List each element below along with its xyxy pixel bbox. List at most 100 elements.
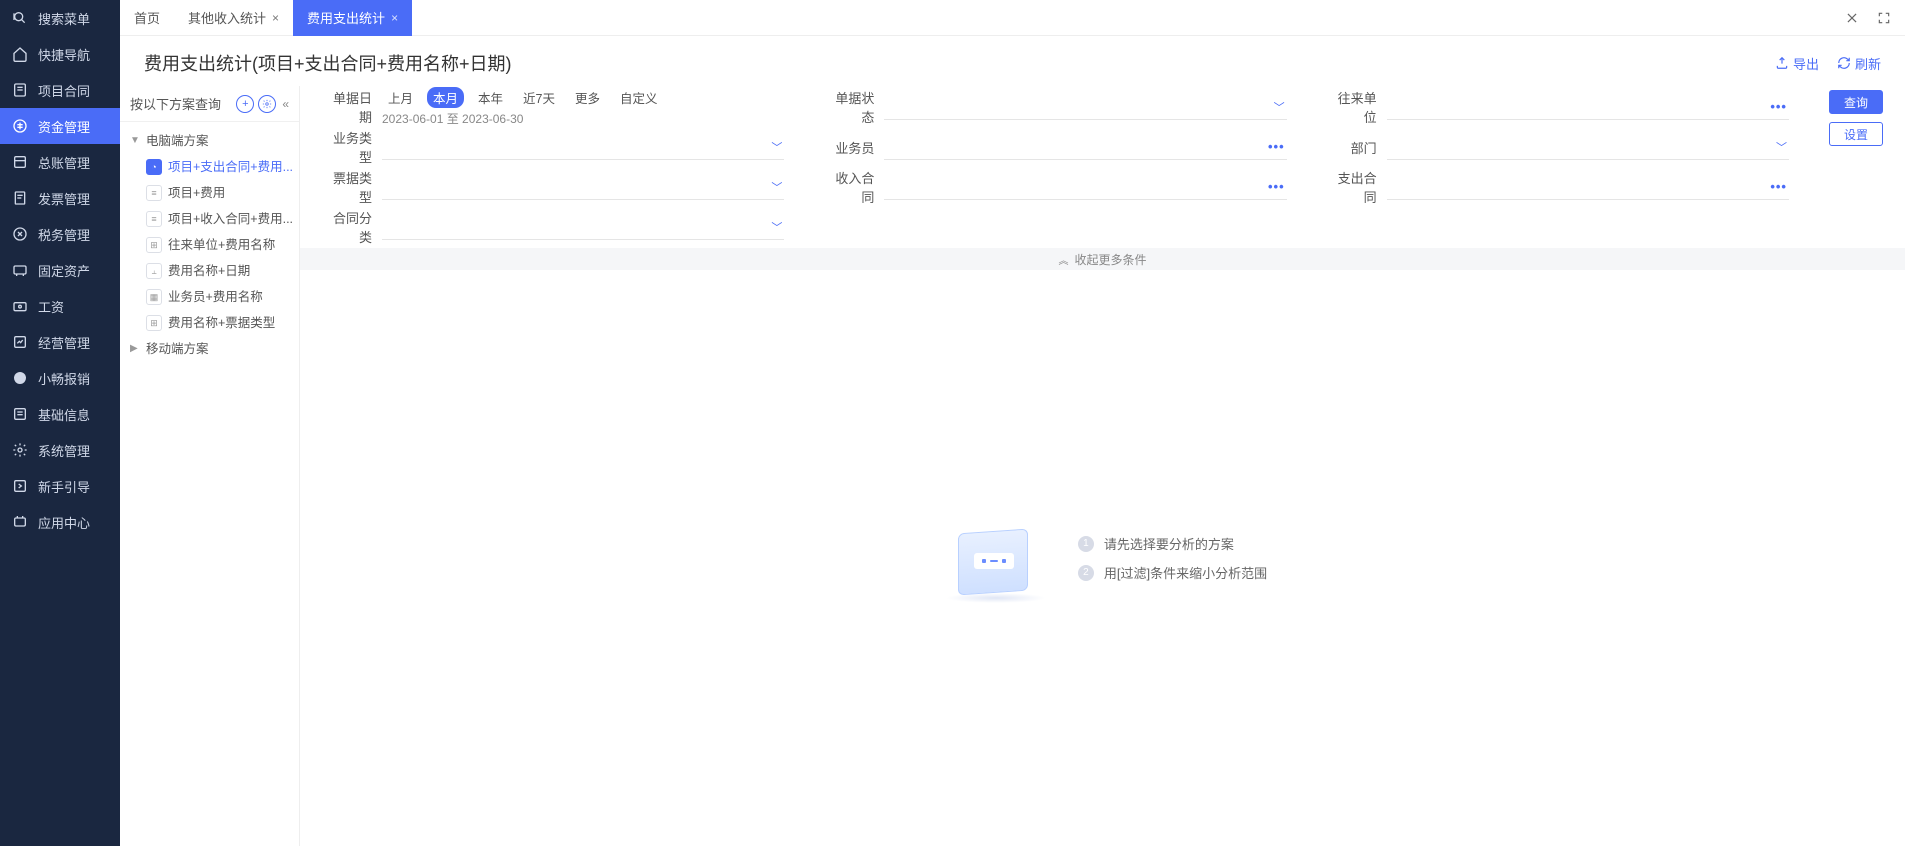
date-opt-custom[interactable]: 自定义 (614, 87, 664, 108)
date-opt-lastmonth[interactable]: 上月 (382, 87, 419, 108)
chevron-down-icon: ﹀ (1776, 139, 1787, 155)
scheme-item[interactable]: ⊞ 费用名称+票据类型 (124, 310, 295, 336)
sidebar-item-tax[interactable]: 税务管理 (0, 216, 120, 252)
contract-icon (12, 82, 28, 98)
clock-icon: ◔ (146, 159, 162, 175)
sidebar-item-apps[interactable]: 应用中心 (0, 504, 120, 540)
scheme-settings-button[interactable] (258, 95, 276, 113)
sidebar-item-contract[interactable]: 项目合同 (0, 72, 120, 108)
sidebar-item-asset[interactable]: 固定资产 (0, 252, 120, 288)
partner-picker[interactable]: ••• (1387, 94, 1789, 120)
more-icon: ••• (1268, 179, 1285, 194)
filter-ticket-type: 票据类型 ﹀ (322, 170, 784, 204)
scheme-add-button[interactable]: + (236, 95, 254, 113)
date-opt-7days[interactable]: 近7天 (517, 87, 561, 108)
tab-expense-stat[interactable]: 费用支出统计 × (293, 0, 412, 36)
scheme-group-pc[interactable]: ▼ 电脑端方案 (124, 128, 295, 154)
scheme-collapse-button[interactable]: « (282, 97, 289, 111)
sidebar: 搜索菜单 快捷导航 项目合同 资金管理 总账管理 发票管理 税务管理 固定资产 (0, 0, 120, 846)
empty-state: 1 请先选择要分析的方案 2 用[过滤]条件来缩小分析范围 (300, 270, 1905, 846)
scheme-item-label: 项目+支出合同+费用... (168, 154, 293, 180)
scheme-item[interactable]: ≡ 项目+收入合同+费用... (124, 206, 295, 232)
income-contract-picker[interactable]: ••• (884, 174, 1286, 200)
status-select[interactable]: ﹀ (884, 94, 1286, 120)
invoice-icon (12, 190, 28, 206)
biztype-select[interactable]: ﹀ (382, 134, 784, 160)
filter-label: 业务类型 (322, 128, 382, 166)
close-icon[interactable]: × (272, 11, 279, 25)
empty-step-1: 请先选择要分析的方案 (1104, 534, 1234, 553)
refresh-icon (1837, 56, 1851, 70)
sidebar-label: 固定资产 (38, 261, 90, 280)
sidebar-item-baseinfo[interactable]: 基础信息 (0, 396, 120, 432)
sidebar-item-operation[interactable]: 经营管理 (0, 324, 120, 360)
scheme-item[interactable]: ⫠ 费用名称+日期 (124, 258, 295, 284)
collapse-conditions-button[interactable]: ︽ 收起更多条件 (300, 248, 1905, 270)
filter-date: 单据日期 上月 本月 本年 近7天 更多 自定义 2023-06-01 至 20… (322, 90, 784, 124)
tab-close-all-button[interactable] (1841, 7, 1863, 29)
filter-label: 票据类型 (322, 168, 382, 206)
sidebar-label: 经营管理 (38, 333, 90, 352)
scheme-item[interactable]: ≡ 项目+费用 (124, 180, 295, 206)
sidebar-item-system[interactable]: 系统管理 (0, 432, 120, 468)
date-opt-more[interactable]: 更多 (569, 87, 606, 108)
filter-income-contract: 收入合同 ••• (824, 170, 1286, 204)
export-label: 导出 (1793, 54, 1819, 73)
scheme-item[interactable]: ◔ 项目+支出合同+费用... (124, 154, 295, 180)
ticket-type-select[interactable]: ﹀ (382, 174, 784, 200)
guide-icon (12, 478, 28, 494)
dept-select[interactable]: ﹀ (1387, 134, 1789, 160)
contract-category-select[interactable]: ﹀ (382, 214, 784, 240)
settings-button[interactable]: 设置 (1829, 122, 1883, 146)
home-icon (12, 46, 28, 62)
tab-home[interactable]: 首页 (120, 0, 174, 36)
filter-label: 部门 (1327, 138, 1387, 157)
scheme-item-label: 费用名称+票据类型 (168, 310, 275, 336)
salesman-picker[interactable]: ••• (884, 134, 1286, 160)
date-opt-thismonth[interactable]: 本月 (427, 87, 464, 108)
close-icon[interactable]: × (391, 11, 398, 25)
refresh-button[interactable]: 刷新 (1837, 54, 1881, 73)
scheme-item[interactable]: ⊞ 往来单位+费用名称 (124, 232, 295, 258)
scheme-item[interactable]: ▦ 业务员+费用名称 (124, 284, 295, 310)
sidebar-item-quicknav[interactable]: 快捷导航 (0, 36, 120, 72)
filter-label: 支出合同 (1327, 168, 1387, 206)
sidebar-label: 搜索菜单 (38, 9, 90, 28)
export-icon (1775, 56, 1789, 70)
fullscreen-icon[interactable] (1873, 7, 1895, 29)
sidebar-item-salary[interactable]: 工资 (0, 288, 120, 324)
filter-salesman: 业务员 ••• (824, 130, 1286, 164)
sidebar-label: 系统管理 (38, 441, 90, 460)
filter-label: 单据状态 (824, 88, 884, 126)
ops-icon (12, 334, 28, 350)
sidebar-label: 资金管理 (38, 117, 90, 136)
scheme-item-label: 项目+费用 (168, 180, 225, 206)
sidebar-label: 项目合同 (38, 81, 90, 100)
chevron-down-icon: ﹀ (771, 179, 782, 195)
tax-icon (12, 226, 28, 242)
date-opt-thisyear[interactable]: 本年 (472, 87, 509, 108)
info-icon (12, 406, 28, 422)
page-header: 费用支出统计(项目+支出合同+费用名称+日期) 导出 刷新 (120, 36, 1905, 86)
scheme-group-mobile[interactable]: ▶ 移动端方案 (124, 336, 295, 362)
tab-other-income[interactable]: 其他收入统计 × (174, 0, 293, 36)
sidebar-label: 应用中心 (38, 513, 90, 532)
sidebar-item-ledger[interactable]: 总账管理 (0, 144, 120, 180)
scheme-head-label: 按以下方案查询 (130, 94, 221, 113)
sidebar-item-invoice[interactable]: 发票管理 (0, 180, 120, 216)
export-button[interactable]: 导出 (1775, 54, 1819, 73)
query-button[interactable]: 查询 (1829, 90, 1883, 114)
tab-label: 首页 (134, 8, 160, 27)
empty-illustration (938, 513, 1048, 603)
ledger-icon (12, 154, 28, 170)
sidebar-label: 发票管理 (38, 189, 90, 208)
expense-contract-picker[interactable]: ••• (1387, 174, 1789, 200)
sidebar-item-funds[interactable]: 资金管理 (0, 108, 120, 144)
sidebar-item-search[interactable]: 搜索菜单 (0, 0, 120, 36)
filter-status: 单据状态 ﹀ (824, 90, 1286, 124)
filter-label: 合同分类 (322, 208, 382, 246)
sidebar-item-guide[interactable]: 新手引导 (0, 468, 120, 504)
filter-dept: 部门 ﹀ (1327, 130, 1789, 164)
double-up-icon: ︽ (1058, 252, 1068, 267)
sidebar-item-reimburse[interactable]: 小畅报销 (0, 360, 120, 396)
